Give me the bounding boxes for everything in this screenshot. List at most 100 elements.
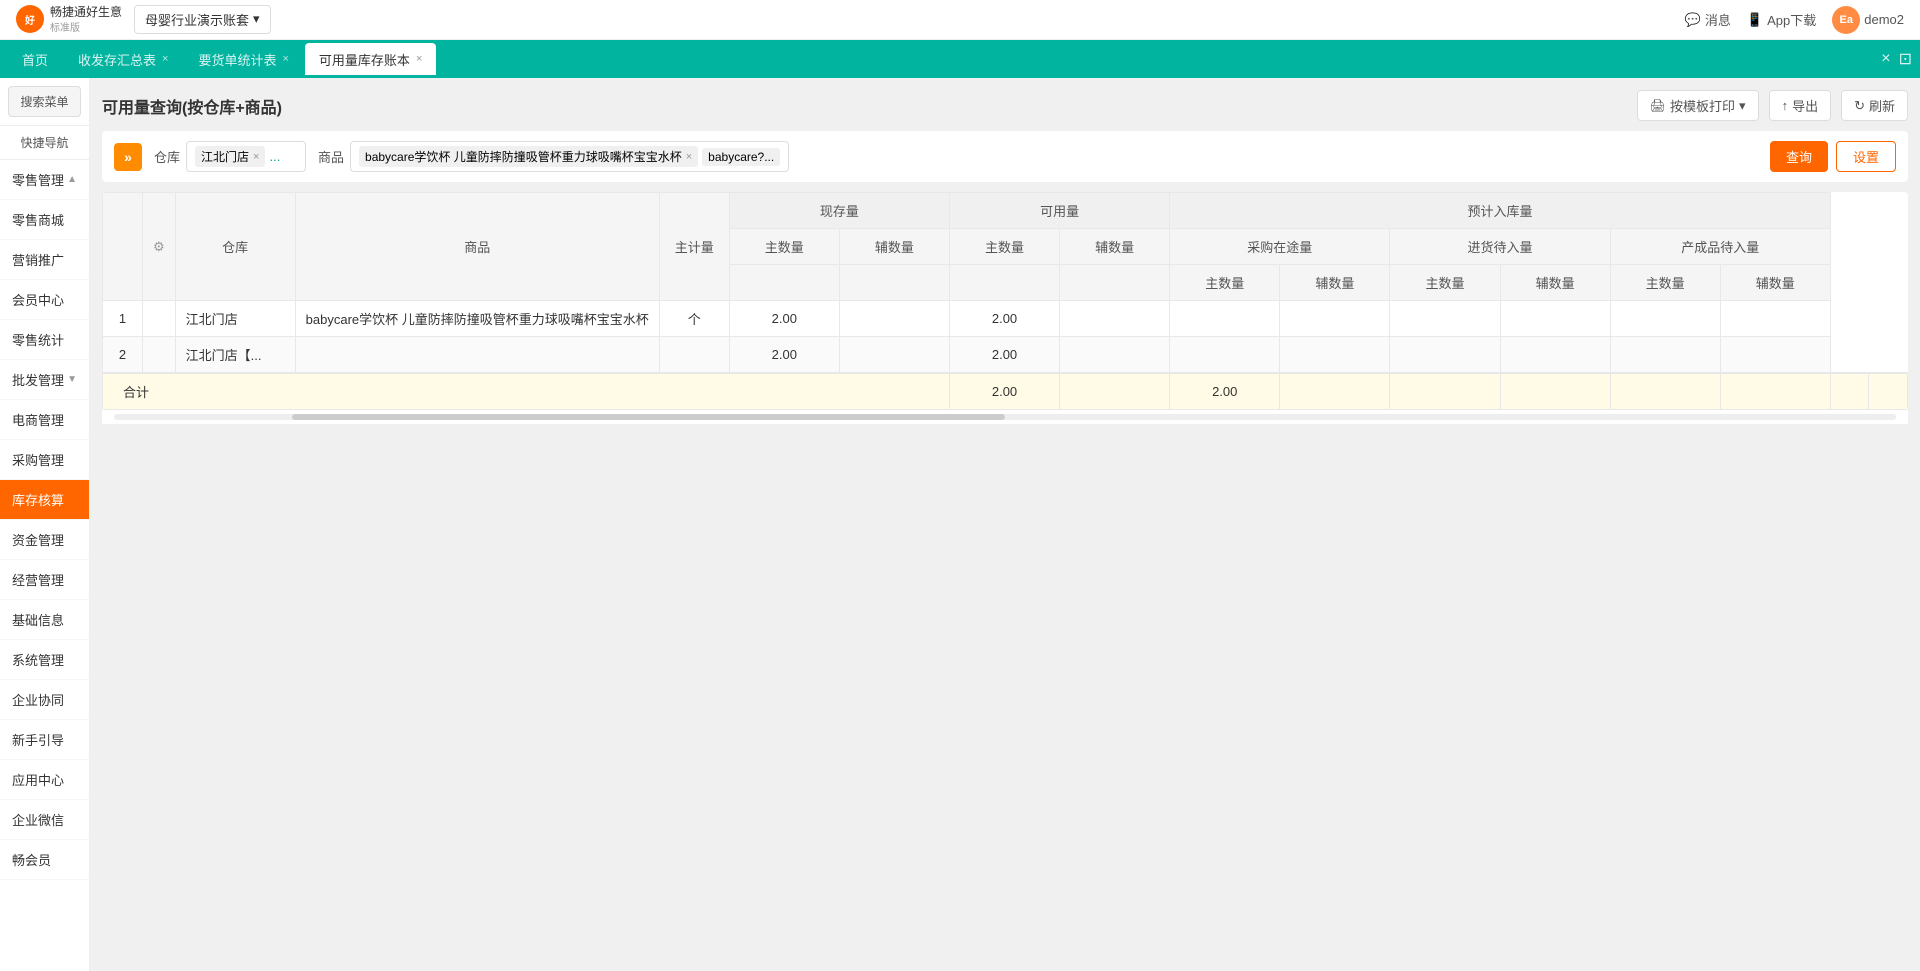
sidebar-item-stats[interactable]: 零售统计 bbox=[0, 320, 89, 360]
message-btn[interactable]: 💬 消息 bbox=[1685, 10, 1731, 29]
sidebar-search-btn[interactable]: 搜索菜单 bbox=[8, 86, 81, 117]
filter-toggle-btn[interactable]: » bbox=[114, 143, 142, 171]
footer-pt-aux bbox=[1500, 373, 1610, 410]
sidebar-item-sys[interactable]: 系统管理 bbox=[0, 640, 89, 680]
filter-product-input[interactable]: babycare学饮杯 儿童防摔防撞吸管杯重力球吸嘴杯宝宝水杯 × babyca… bbox=[350, 141, 789, 172]
top-bar-left: 好 畅捷通好生意 标准版 母婴行业演示账套 ▾ bbox=[16, 5, 271, 34]
user-menu[interactable]: Ea demo2 bbox=[1832, 6, 1904, 34]
sidebar-wholesale-label: 批发管理 bbox=[12, 370, 64, 389]
footer-pp-aux bbox=[1720, 373, 1830, 410]
sidebar-item-corp[interactable]: 企业协同 bbox=[0, 680, 89, 720]
sidebar-item-apps[interactable]: 应用中心 bbox=[0, 760, 89, 800]
cell-num-0: 1 bbox=[103, 301, 143, 337]
export-btn[interactable]: ↑ 导出 bbox=[1769, 90, 1832, 121]
scroll-track bbox=[114, 414, 1896, 420]
sidebar-item-member[interactable]: 会员中心 bbox=[0, 280, 89, 320]
sidebar-quick-nav[interactable]: 快捷导航 bbox=[0, 126, 89, 160]
sidebar-item-wholesale[interactable]: 批发管理 ▼ bbox=[0, 360, 89, 400]
tab-home-label: 首页 bbox=[22, 50, 48, 69]
page-title: 可用量查询(按仓库+商品) bbox=[102, 94, 282, 118]
sidebar-wechat-label: 企业微信 bbox=[12, 810, 64, 829]
tab-available[interactable]: 可用量库存账本 × bbox=[305, 43, 436, 75]
sidebar-member-label: 会员中心 bbox=[12, 290, 64, 309]
filter-product1-clear[interactable]: × bbox=[686, 151, 692, 163]
tab-inout-label: 收发存汇总表 bbox=[78, 50, 156, 69]
user-avatar: Ea bbox=[1832, 6, 1860, 34]
sidebar-item-inventory[interactable]: 库存核算 bbox=[0, 480, 89, 520]
settings-icon[interactable]: ⚙ bbox=[153, 239, 165, 254]
cell-pdp-aux-1 bbox=[1720, 337, 1830, 374]
content-area: 可用量查询(按仓库+商品) 🖨 按模板打印 ▾ ↑ 导出 ↻ 刷新 bbox=[90, 78, 1920, 971]
filter-warehouse-clear[interactable]: × bbox=[253, 151, 259, 163]
cell-num-1: 2 bbox=[103, 337, 143, 374]
th-av-aux2 bbox=[1060, 265, 1170, 301]
tab-home[interactable]: 首页 bbox=[8, 43, 62, 75]
filter-product-value2: babycare?... bbox=[708, 150, 774, 164]
sidebar-corp-label: 企业协同 bbox=[12, 690, 64, 709]
message-label: 消息 bbox=[1705, 10, 1731, 29]
sidebar-marketing-label: 营销推广 bbox=[12, 250, 64, 269]
print-template-btn[interactable]: 🖨 按模板打印 ▾ bbox=[1637, 90, 1759, 121]
tab-inout[interactable]: 收发存汇总表 × bbox=[64, 43, 182, 75]
query-btn[interactable]: 查询 bbox=[1770, 141, 1828, 172]
tab-inout-close[interactable]: × bbox=[162, 53, 168, 65]
cell-check-0 bbox=[143, 301, 176, 337]
cell-unit-1 bbox=[659, 337, 729, 374]
tab-available-label: 可用量库存账本 bbox=[319, 50, 410, 69]
logo-sub: 标准版 bbox=[50, 19, 122, 34]
th-avail-main: 主数量 bbox=[949, 229, 1059, 265]
cell-pp-main-1 bbox=[1390, 337, 1500, 374]
cell-product-0: babycare学饮杯 儿童防摔防撞吸管杯重力球吸嘴杯宝宝水杯 bbox=[295, 301, 659, 337]
th-available: 可用量 bbox=[949, 193, 1169, 229]
footer-avail-aux bbox=[1280, 373, 1390, 410]
refresh-btn[interactable]: ↻ 刷新 bbox=[1841, 90, 1908, 121]
refresh-label: 刷新 bbox=[1869, 96, 1895, 115]
export-icon: ↑ bbox=[1782, 98, 1789, 113]
th-current-main: 主数量 bbox=[729, 229, 839, 265]
tab-order-close[interactable]: × bbox=[282, 53, 288, 65]
horizontal-scrollbar[interactable] bbox=[102, 410, 1908, 424]
cell-pt-aux-0 bbox=[1280, 301, 1390, 337]
sidebar-item-purchase[interactable]: 采购管理 bbox=[0, 440, 89, 480]
cell-curr-main-1: 2.00 bbox=[729, 337, 839, 374]
company-selector[interactable]: 母婴行业演示账套 ▾ bbox=[134, 5, 271, 34]
th-pt-aux: 辅数量 bbox=[1280, 265, 1390, 301]
filter-product-tag1: babycare学饮杯 儿童防摔防撞吸管杯重力球吸嘴杯宝宝水杯 × bbox=[359, 146, 698, 167]
sidebar-item-retail[interactable]: 零售管理 ▲ bbox=[0, 160, 89, 200]
th-settings[interactable]: ⚙ bbox=[143, 193, 176, 301]
sidebar-stats-label: 零售统计 bbox=[12, 330, 64, 349]
filter-warehouse-more[interactable]: ... bbox=[269, 149, 280, 164]
sidebar-item-newbie[interactable]: 新手引导 bbox=[0, 720, 89, 760]
tab-restore-btn[interactable]: ⊡ bbox=[1899, 49, 1912, 69]
scroll-thumb[interactable] bbox=[292, 414, 1005, 420]
table-body: 1 江北门店 babycare学饮杯 儿童防摔防撞吸管杯重力球吸嘴杯宝宝水杯 个… bbox=[103, 301, 1908, 374]
tab-close-all-btn[interactable]: × bbox=[1881, 50, 1890, 68]
th-av-main2 bbox=[949, 265, 1059, 301]
th-purchase-pending: 进货待入量 bbox=[1390, 229, 1610, 265]
sidebar-item-ecom[interactable]: 电商管理 bbox=[0, 400, 89, 440]
sidebar-item-ops[interactable]: 经营管理 bbox=[0, 560, 89, 600]
print-arrow: ▾ bbox=[1739, 98, 1746, 114]
th-warehouse: 仓库 bbox=[175, 193, 295, 301]
page-actions: 🖨 按模板打印 ▾ ↑ 导出 ↻ 刷新 bbox=[1637, 90, 1909, 121]
sidebar-item-store[interactable]: 零售商城 bbox=[0, 200, 89, 240]
cell-pt-main-1 bbox=[1170, 337, 1280, 374]
tab-order[interactable]: 要货单统计表 × bbox=[184, 43, 302, 75]
filter-product-tag2: babycare?... bbox=[702, 148, 780, 166]
sidebar-item-marketing[interactable]: 营销推广 bbox=[0, 240, 89, 280]
tab-order-label: 要货单统计表 bbox=[198, 50, 276, 69]
setting-btn[interactable]: 设置 bbox=[1836, 141, 1896, 172]
tab-available-close[interactable]: × bbox=[416, 53, 422, 65]
app-download-btn[interactable]: 📱 App下载 bbox=[1747, 10, 1816, 29]
filter-warehouse-label: 仓库 bbox=[154, 147, 180, 166]
th-current-stock: 现存量 bbox=[729, 193, 949, 229]
sidebar-item-vip[interactable]: 畅会员 bbox=[0, 840, 89, 880]
filter-warehouse-input[interactable]: 江北门店 × ... bbox=[186, 141, 306, 172]
sidebar-store-label: 零售商城 bbox=[12, 210, 64, 229]
footer-pt-main bbox=[1390, 373, 1500, 410]
sidebar-item-base[interactable]: 基础信息 bbox=[0, 600, 89, 640]
sidebar-item-wechat[interactable]: 企业微信 bbox=[0, 800, 89, 840]
message-icon: 💬 bbox=[1685, 12, 1701, 28]
sidebar-item-finance[interactable]: 资金管理 bbox=[0, 520, 89, 560]
filter-warehouse-tag: 江北门店 × bbox=[195, 146, 265, 167]
